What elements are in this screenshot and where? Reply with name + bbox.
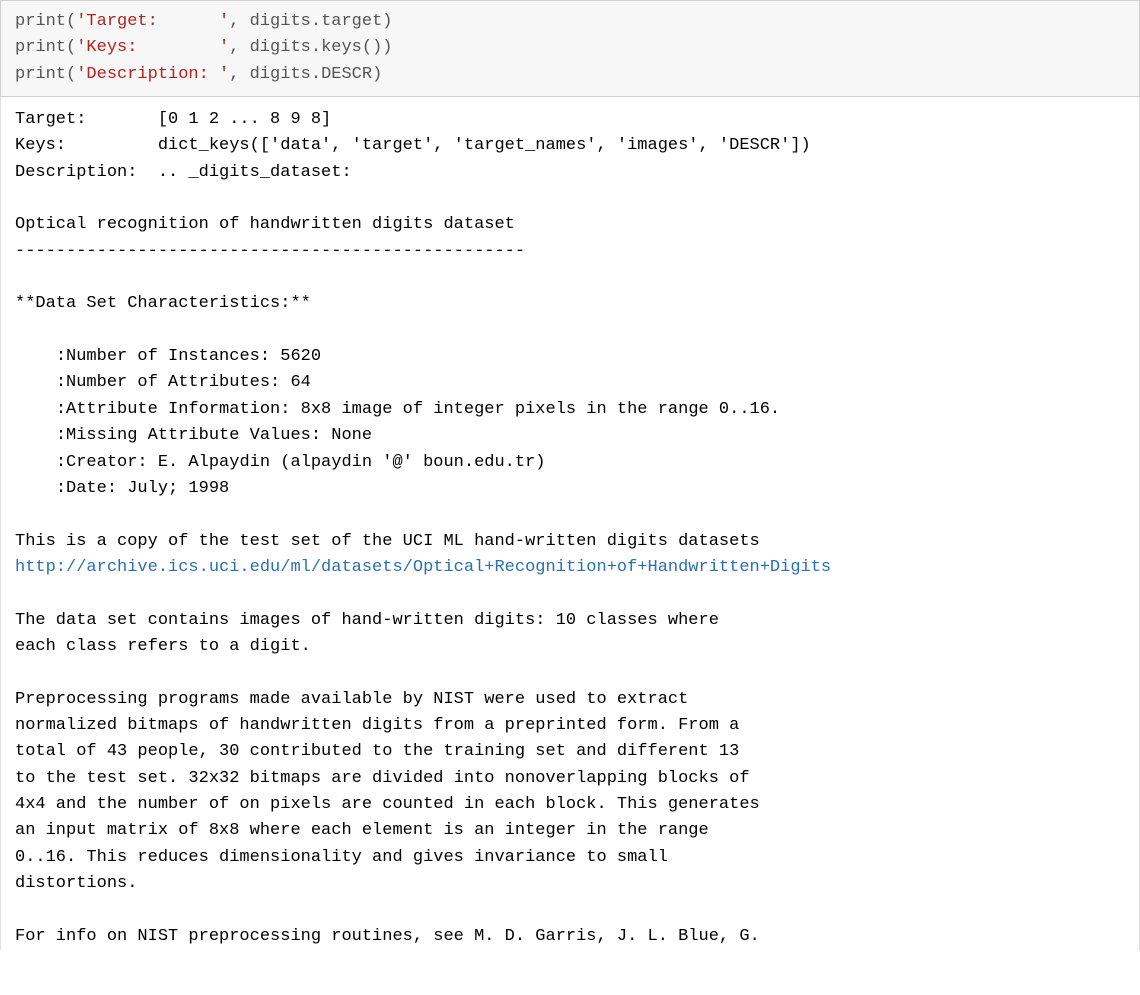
code-token-string: 'Target: ' bbox=[76, 12, 229, 31]
output-keys-line: Keys: dict_keys(['data', 'target', 'targ… bbox=[15, 136, 811, 155]
code-token-paren: ( bbox=[66, 12, 76, 31]
code-token-paren: ) bbox=[382, 12, 392, 31]
output-creator: :Creator: E. Alpaydin (alpaydin '@' boun… bbox=[15, 453, 546, 472]
output-missing: :Missing Attribute Values: None bbox=[15, 426, 372, 445]
output-para3-line: an input matrix of 8x8 where each elemen… bbox=[15, 821, 709, 840]
code-token-paren: ( bbox=[66, 38, 76, 57]
code-token-paren: ( bbox=[66, 65, 76, 84]
code-token-paren: ) bbox=[372, 65, 382, 84]
output-target-line: Target: [0 1 2 ... 8 9 8] bbox=[15, 110, 331, 129]
code-token-paren: ) bbox=[382, 38, 392, 57]
code-token-comma: , bbox=[229, 12, 249, 31]
code-output-cell: Target: [0 1 2 ... 8 9 8] Keys: dict_key… bbox=[0, 97, 1140, 950]
output-para3-line: 0..16. This reduces dimensionality and g… bbox=[15, 848, 668, 867]
output-para3-line: to the test set. 32x32 bitmaps are divid… bbox=[15, 769, 750, 788]
output-underline: ----------------------------------------… bbox=[15, 242, 525, 261]
code-token-expr: digits.keys() bbox=[250, 38, 383, 57]
output-para3-line: distortions. bbox=[15, 874, 137, 893]
output-instances: :Number of Instances: 5620 bbox=[15, 347, 321, 366]
output-para3-line: Preprocessing programs made available by… bbox=[15, 690, 688, 709]
notebook-cell: print('Target: ', digits.target) print('… bbox=[0, 0, 1140, 950]
output-dataset-link[interactable]: http://archive.ics.uci.edu/ml/datasets/O… bbox=[15, 558, 831, 577]
output-attributes: :Number of Attributes: 64 bbox=[15, 373, 311, 392]
output-para2-line: each class refers to a digit. bbox=[15, 637, 311, 656]
code-token-func: print bbox=[15, 12, 66, 31]
code-token-string: 'Keys: ' bbox=[76, 38, 229, 57]
output-para3-line: 4x4 and the number of on pixels are coun… bbox=[15, 795, 760, 814]
output-date: :Date: July; 1998 bbox=[15, 479, 229, 498]
code-token-func: print bbox=[15, 65, 66, 84]
output-attribute-info: :Attribute Information: 8x8 image of int… bbox=[15, 400, 780, 419]
code-token-string: 'Description: ' bbox=[76, 65, 229, 84]
output-para1: This is a copy of the test set of the UC… bbox=[15, 532, 760, 551]
code-token-comma: , bbox=[229, 38, 249, 57]
output-para4-line: For info on NIST preprocessing routines,… bbox=[15, 927, 760, 946]
output-para3-line: total of 43 people, 30 contributed to th… bbox=[15, 742, 739, 761]
code-token-comma: , bbox=[229, 65, 249, 84]
output-description-header: Description: .. _digits_dataset: bbox=[15, 163, 352, 182]
code-input-cell[interactable]: print('Target: ', digits.target) print('… bbox=[0, 0, 1140, 97]
output-title: Optical recognition of handwritten digit… bbox=[15, 215, 515, 234]
output-para2-line: The data set contains images of hand-wri… bbox=[15, 611, 719, 630]
code-token-expr: digits.DESCR bbox=[250, 65, 372, 84]
output-para3-line: normalized bitmaps of handwritten digits… bbox=[15, 716, 739, 735]
code-token-expr: digits.target bbox=[250, 12, 383, 31]
code-token-func: print bbox=[15, 38, 66, 57]
output-characteristics-header: **Data Set Characteristics:** bbox=[15, 294, 311, 313]
